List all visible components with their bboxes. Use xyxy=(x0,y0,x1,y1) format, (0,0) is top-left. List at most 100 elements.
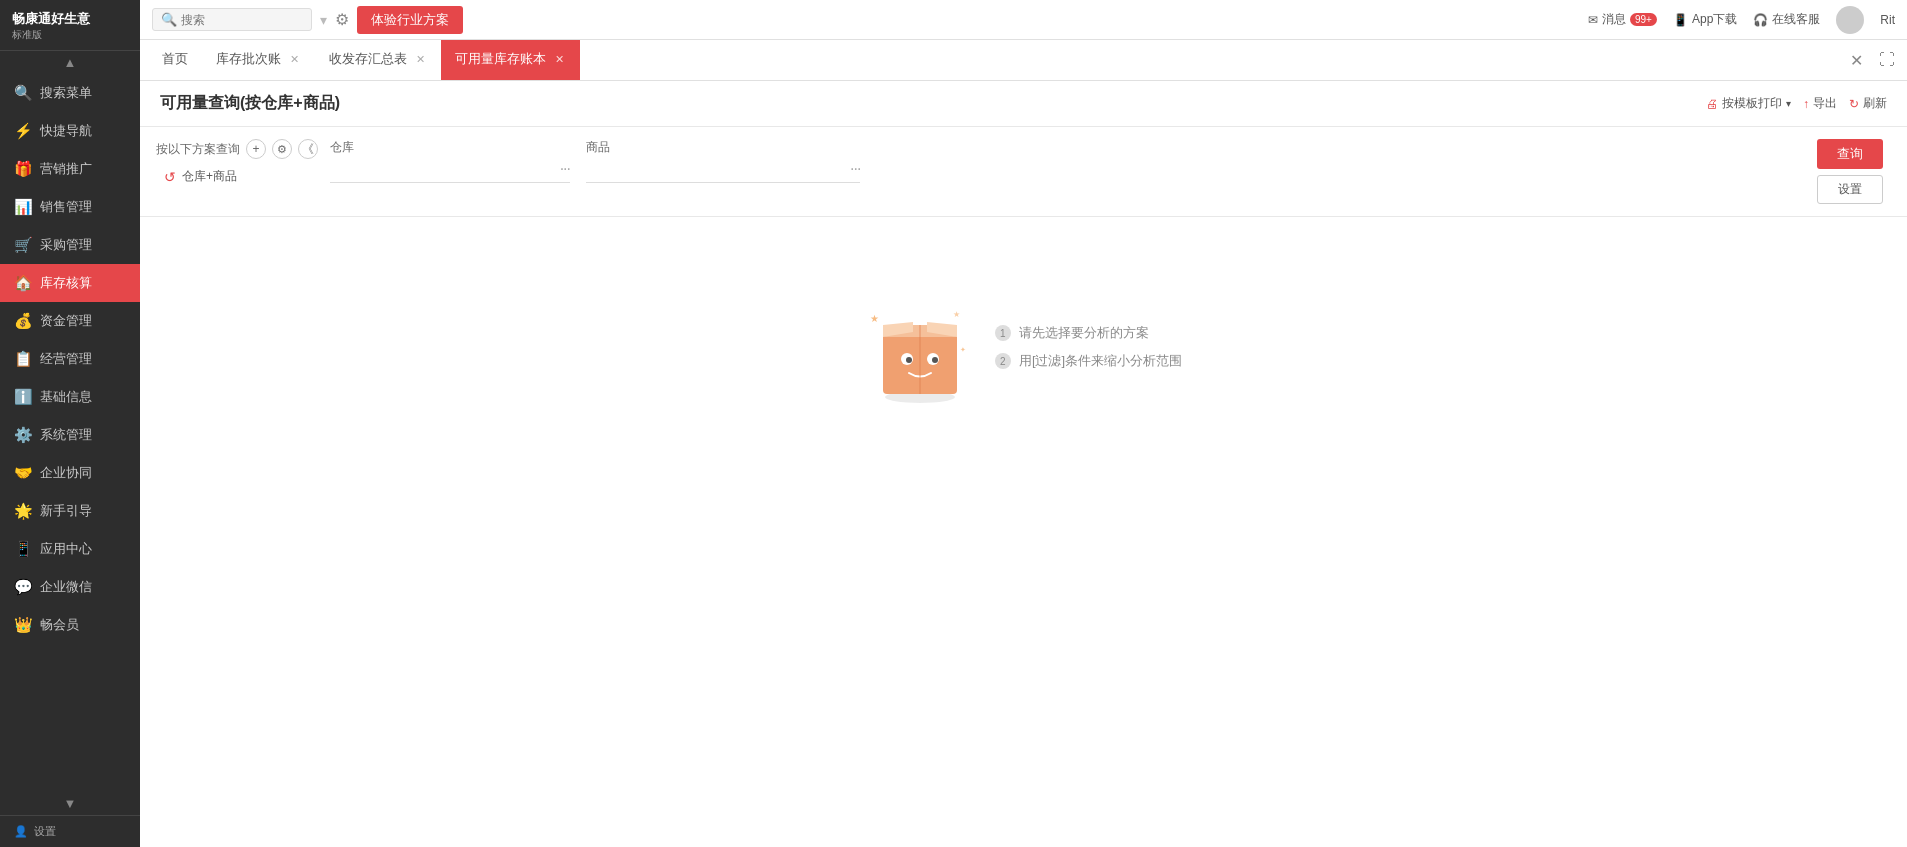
search-input[interactable] xyxy=(181,13,291,27)
scheme-gear-icon: ⚙ xyxy=(277,143,287,156)
empty-state: ★ ★ ✦ 1 请先选择要分析的方案 2 用[过滤]条件来缩小分析范围 xyxy=(140,217,1907,477)
sidebar-item-label: 经营管理 xyxy=(40,350,92,368)
search-dropdown-icon[interactable]: ▾ xyxy=(320,12,327,28)
svg-point-7 xyxy=(906,357,912,363)
scheme-collapse-btn[interactable]: 《 xyxy=(298,139,318,159)
filter-area: 按以下方案查询 + ⚙ 《 ↺ 仓库+商品 仓库 xyxy=(140,127,1907,217)
export-icon: ↑ xyxy=(1803,97,1809,111)
svg-text:★: ★ xyxy=(953,310,960,319)
export-btn[interactable]: ↑ 导出 xyxy=(1803,95,1837,112)
tab-batch-close[interactable]: ✕ xyxy=(287,52,301,66)
sidebar-item-newbie[interactable]: 🌟 新手引导 xyxy=(0,492,140,530)
expand-tab-icon[interactable]: ⛶ xyxy=(1875,47,1899,73)
sidebar-item-sales[interactable]: 📊 销售管理 xyxy=(0,188,140,226)
sidebar-item-inventory[interactable]: 🏠 库存核算 xyxy=(0,264,140,302)
sidebar-item-label: 畅会员 xyxy=(40,616,79,634)
filter-field-product: 商品 ··· xyxy=(586,139,860,183)
sidebar-item-marketing[interactable]: 🎁 营销推广 xyxy=(0,150,140,188)
message-btn[interactable]: ✉ 消息 99+ xyxy=(1588,11,1657,28)
tab-home-label: 首页 xyxy=(162,50,188,68)
sidebar-logo: 畅康通好生意 标准版 xyxy=(0,0,140,51)
user-avatar[interactable] xyxy=(1836,6,1864,34)
print-label: 按模板打印 xyxy=(1722,95,1782,112)
app-version: 标准版 xyxy=(12,28,128,42)
tab-batch-label: 库存批次账 xyxy=(216,50,281,68)
sidebar-item-label: 搜索菜单 xyxy=(40,84,92,102)
sidebar-nav: 🔍 搜索菜单 ⚡ 快捷导航 🎁 营销推广 📊 销售管理 🛒 采购管理 🏠 库存核… xyxy=(0,74,140,792)
tab-collection-summary[interactable]: 收发存汇总表 ✕ xyxy=(315,40,441,80)
sidebar-item-label: 快捷导航 xyxy=(40,122,92,140)
topbar-search-box[interactable]: 🔍 xyxy=(152,8,312,31)
sidebar-scroll-up[interactable]: ▲ xyxy=(0,51,140,74)
topbar-right: ✉ 消息 99+ 📱 App下载 🎧 在线客服 Rit xyxy=(1588,6,1895,34)
content-inner: 可用量查询(按仓库+商品) 🖨 按模板打印 ▾ ↑ 导出 ↻ 刷新 xyxy=(140,81,1907,847)
settings-btn[interactable]: 设置 xyxy=(1817,175,1883,204)
user-name: 设置 xyxy=(34,824,56,839)
sidebar-scroll-down[interactable]: ▼ xyxy=(0,792,140,815)
ops-icon: 📋 xyxy=(14,350,32,368)
info-icon: ℹ️ xyxy=(14,388,32,406)
page-title: 可用量查询(按仓库+商品) xyxy=(160,93,340,114)
refresh-label: 刷新 xyxy=(1863,95,1887,112)
trial-btn[interactable]: 体验行业方案 xyxy=(357,6,463,34)
refresh-btn[interactable]: ↻ 刷新 xyxy=(1849,95,1887,112)
scheme-settings-btn[interactable]: ⚙ xyxy=(272,139,292,159)
sidebar-item-label: 企业微信 xyxy=(40,578,92,596)
phone-icon: 📱 xyxy=(1673,13,1688,27)
tab-available-close[interactable]: ✕ xyxy=(552,52,566,66)
tab-collection-close[interactable]: ✕ xyxy=(413,52,427,66)
empty-text: 1 请先选择要分析的方案 2 用[过滤]条件来缩小分析范围 xyxy=(995,324,1182,370)
content-area: 可用量查询(按仓库+商品) 🖨 按模板打印 ▾ ↑ 导出 ↻ 刷新 xyxy=(140,81,1907,847)
search-icon: 🔍 xyxy=(14,84,32,102)
sidebar-item-app-center[interactable]: 📱 应用中心 xyxy=(0,530,140,568)
query-btn[interactable]: 查询 xyxy=(1817,139,1883,169)
print-dropdown-icon[interactable]: ▾ xyxy=(1786,98,1791,109)
sidebar-item-search[interactable]: 🔍 搜索菜单 xyxy=(0,74,140,112)
sidebar-item-label: 库存核算 xyxy=(40,274,92,292)
tab-home[interactable]: 首页 xyxy=(148,40,202,80)
sidebar-item-enterprise[interactable]: 🤝 企业协同 xyxy=(0,454,140,492)
sidebar-item-shortcut[interactable]: ⚡ 快捷导航 xyxy=(0,112,140,150)
sidebar-item-enterprise-wechat[interactable]: 💬 企业微信 xyxy=(0,568,140,606)
scheme-refresh-icon: ↺ xyxy=(164,169,176,185)
online-service-btn[interactable]: 🎧 在线客服 xyxy=(1753,11,1820,28)
sidebar-item-finance[interactable]: 💰 资金管理 xyxy=(0,302,140,340)
app-download-btn[interactable]: 📱 App下载 xyxy=(1673,11,1737,28)
sidebar-item-purchase[interactable]: 🛒 采购管理 xyxy=(0,226,140,264)
cart-icon: 🛒 xyxy=(14,236,32,254)
warehouse-input[interactable] xyxy=(330,162,556,176)
warehouse-more-icon[interactable]: ··· xyxy=(560,160,570,178)
svg-text:✦: ✦ xyxy=(960,346,966,353)
settings-gear-icon[interactable]: ⚙ xyxy=(335,10,349,29)
main-area: 🔍 ▾ ⚙ 体验行业方案 ✉ 消息 99+ 📱 App下载 🎧 在线客服 Rit xyxy=(140,0,1907,847)
filter-fields: 仓库 ··· 商品 ··· xyxy=(330,139,1805,183)
sidebar-item-basic[interactable]: ℹ️ 基础信息 xyxy=(0,378,140,416)
print-icon: 🖨 xyxy=(1706,97,1718,111)
scheme-item-warehouse[interactable]: ↺ 仓库+商品 xyxy=(156,163,318,190)
tab-available-label: 可用量库存账本 xyxy=(455,50,546,68)
tab-batch-account[interactable]: 库存批次账 ✕ xyxy=(202,40,315,80)
sidebar-item-members[interactable]: 👑 畅会员 xyxy=(0,606,140,644)
filter-label: 按以下方案查询 xyxy=(156,141,240,158)
product-label: 商品 xyxy=(586,139,860,156)
shortcut-icon: ⚡ xyxy=(14,122,32,140)
message-badge: 99+ xyxy=(1630,13,1657,26)
scheme-add-btn[interactable]: + xyxy=(246,139,266,159)
tab-available-inventory[interactable]: 可用量库存账本 ✕ xyxy=(441,40,580,80)
handshake-icon: 🤝 xyxy=(14,464,32,482)
online-service-label: 在线客服 xyxy=(1772,11,1820,28)
print-btn[interactable]: 🖨 按模板打印 ▾ xyxy=(1706,95,1791,112)
product-input[interactable] xyxy=(586,162,846,176)
message-icon: ✉ xyxy=(1588,13,1598,27)
sidebar-bottom-user[interactable]: 👤 设置 xyxy=(0,815,140,847)
step-1-text: 请先选择要分析的方案 xyxy=(1019,324,1149,342)
app-icon: 📱 xyxy=(14,540,32,558)
sidebar-item-system[interactable]: ⚙️ 系统管理 xyxy=(0,416,140,454)
warehouse-icon: 🏠 xyxy=(14,274,32,292)
product-more-icon[interactable]: ··· xyxy=(850,160,860,178)
sidebar-item-operations[interactable]: 📋 经营管理 xyxy=(0,340,140,378)
tab-collection-label: 收发存汇总表 xyxy=(329,50,407,68)
sidebar-item-label: 系统管理 xyxy=(40,426,92,444)
step-1-num: 1 xyxy=(995,325,1011,341)
close-tab-icon[interactable]: ✕ xyxy=(1846,47,1867,74)
